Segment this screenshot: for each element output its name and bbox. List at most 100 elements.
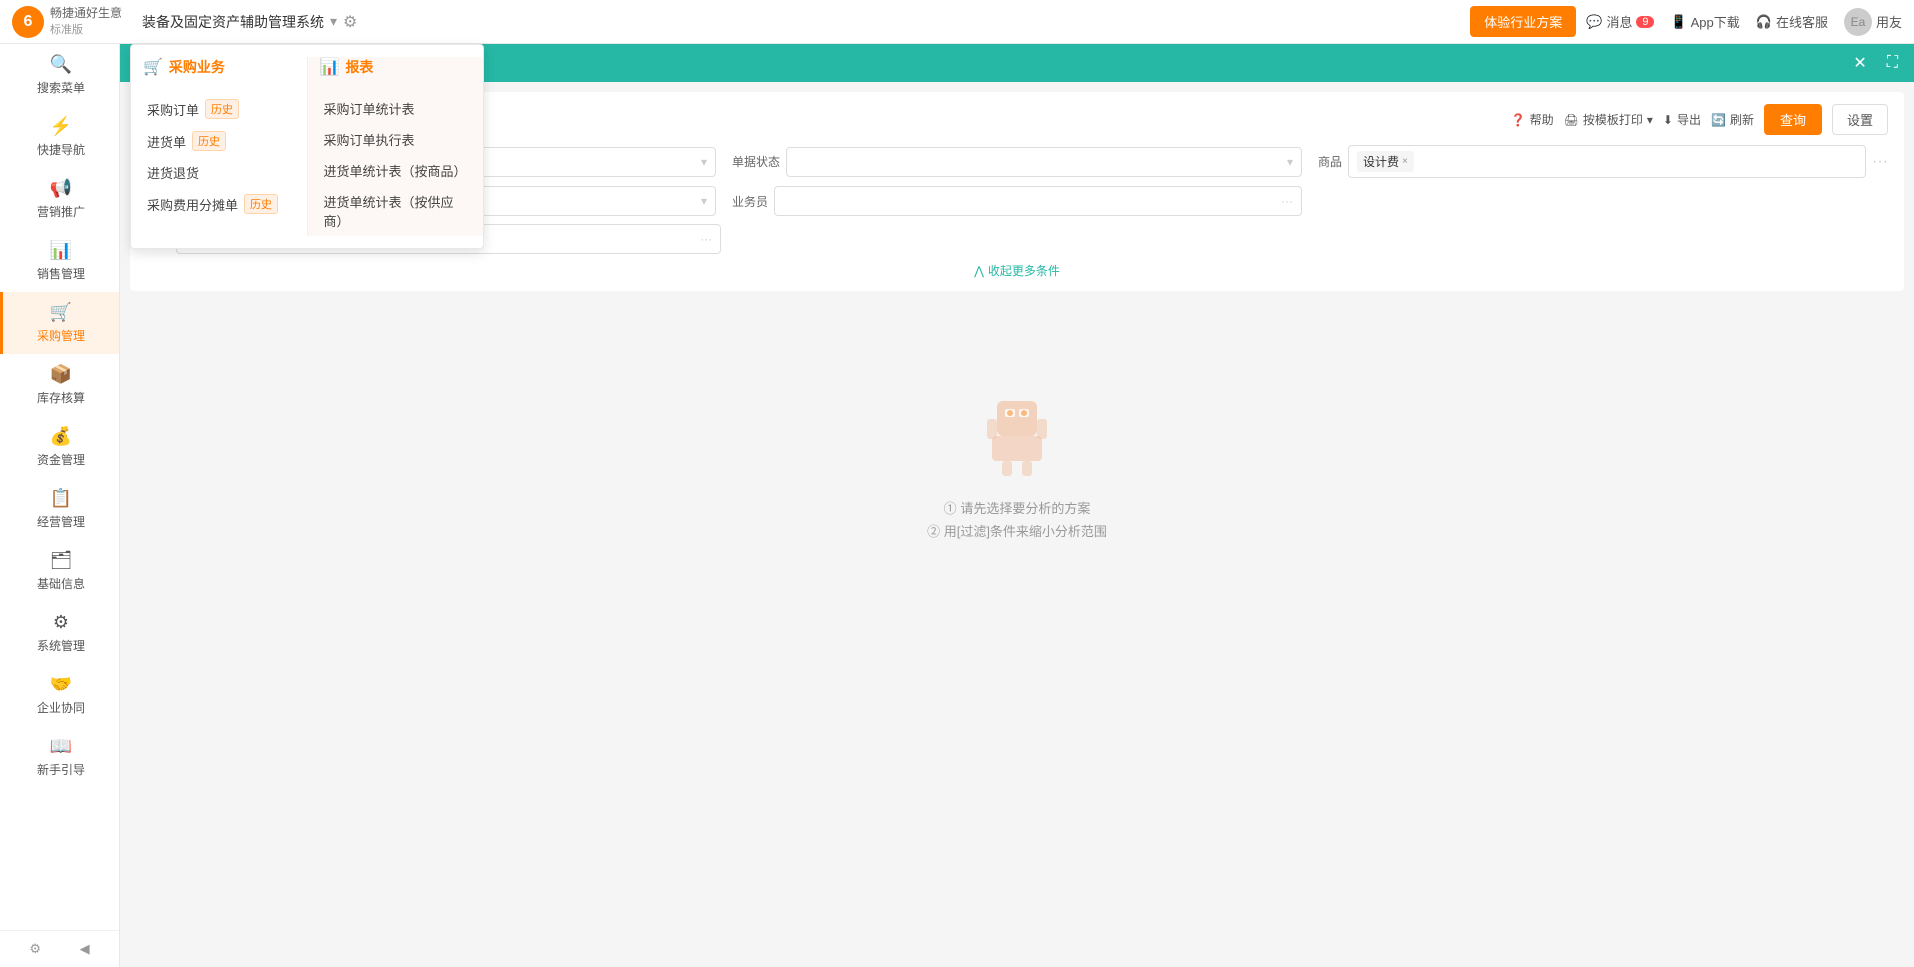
- menu-item-report-by-product[interactable]: 进货单统计表（按商品）: [320, 155, 472, 186]
- sidebar-item-basic-info[interactable]: 🗂 基础信息: [0, 540, 119, 602]
- purchase-section-icon: 🛒: [143, 57, 163, 77]
- system-title: 装备及固定资产辅助管理系统 ▾ ⚙: [142, 12, 1460, 32]
- logo-icon: 6: [12, 6, 44, 38]
- menu-item-report-by-supplier[interactable]: 进货单统计表（按供应商）: [320, 186, 472, 236]
- report-by-product-label: 进货单统计表（按商品）: [324, 161, 467, 180]
- user-label: 用友: [1876, 12, 1902, 31]
- message-label: 消息: [1606, 12, 1632, 31]
- sidebar-item-finance[interactable]: 💰 资金管理: [0, 416, 119, 478]
- app-download-label: App下载: [1691, 12, 1740, 31]
- menu-item-report-order-stat[interactable]: 采购订单统计表: [320, 93, 472, 124]
- empty-text: ① 请先选择要分析的方案 ② 用[过滤]条件来缩小分析范围: [927, 497, 1107, 544]
- online-service-btn[interactable]: 🎧 在线客服: [1756, 12, 1828, 31]
- sidebar-item-label: 经营管理: [37, 513, 85, 530]
- menu-item-purchase-order[interactable]: 采购订单 历史: [143, 93, 295, 125]
- tag-close-icon[interactable]: ×: [1402, 156, 1408, 167]
- collapse-btn[interactable]: ⋀ 收起更多条件: [146, 262, 1888, 279]
- purchase-order-label: 采购订单: [147, 100, 199, 119]
- filter-item-status: 单据状态 ▾: [732, 147, 1302, 177]
- filter-input-status[interactable]: ▾: [786, 147, 1302, 177]
- filter-dots-customer[interactable]: ···: [700, 232, 712, 246]
- sidebar-item-inventory[interactable]: 📦 库存核算: [0, 354, 119, 416]
- system-title-text: 装备及固定资产辅助管理系统: [142, 12, 324, 32]
- sidebar-item-label: 企业协同: [37, 699, 85, 716]
- empty-hint2: ② 用[过滤]条件来缩小分析范围: [927, 520, 1107, 543]
- purchase-icon: 🛒: [50, 302, 72, 323]
- empty-hint1: ① 请先选择要分析的方案: [927, 497, 1107, 520]
- print-btn[interactable]: 🖨 按模板打印 ▾: [1564, 104, 1653, 135]
- expense-label: 采购费用分摊单: [147, 195, 238, 214]
- empty-illustration: [967, 381, 1067, 481]
- sidebar-item-label: 销售管理: [37, 265, 85, 282]
- history-badge-1[interactable]: 历史: [192, 131, 226, 151]
- logo-area: 6 畅捷通好生意 标准版: [12, 6, 132, 38]
- menu-section-report-title: 📊 报表: [320, 57, 472, 83]
- system-icon: ⚙: [53, 612, 69, 633]
- export-btn[interactable]: ⬇ 导出: [1663, 104, 1701, 135]
- top-header: 6 畅捷通好生意 标准版 装备及固定资产辅助管理系统 ▾ ⚙ 体验行业方案 💬 …: [0, 0, 1914, 44]
- chevron-down-icon-time: ▾: [701, 155, 707, 169]
- filter-item-salesperson: 业务员 ···: [732, 186, 1302, 216]
- filter-input-salesperson[interactable]: ···: [774, 186, 1302, 216]
- message-btn[interactable]: 💬 消息 9: [1586, 12, 1654, 31]
- menu-item-report-order-exec[interactable]: 采购订单执行表: [320, 124, 472, 155]
- message-icon: 💬: [1586, 14, 1602, 30]
- menu-item-receive[interactable]: 进货单 历史: [143, 125, 295, 157]
- header-right: 💬 消息 9 📱 App下载 🎧 在线客服 Ea 用友: [1586, 8, 1902, 36]
- report-order-stat-label: 采购订单统计表: [324, 99, 415, 118]
- query-btn[interactable]: 查询: [1764, 104, 1822, 135]
- refresh-btn[interactable]: 🔄 刷新: [1711, 104, 1754, 135]
- industry-btn[interactable]: 体验行业方案: [1470, 6, 1576, 37]
- sidebar-item-cooperation[interactable]: 🤝 企业协同: [0, 664, 119, 726]
- content-area: 首页 销售排行榜 ✕ ✕ ⛶ 🛒 采购业务: [120, 44, 1914, 967]
- sidebar-collapse-icon[interactable]: ◀: [80, 941, 90, 957]
- history-badge-0[interactable]: 历史: [205, 99, 239, 119]
- guide-icon: 📖: [50, 736, 72, 757]
- app-download-btn[interactable]: 📱 App下载: [1670, 12, 1739, 31]
- settings-icon[interactable]: ⚙: [343, 12, 357, 32]
- export-icon: ⬇: [1663, 113, 1673, 127]
- help-btn[interactable]: ❓ 帮助: [1511, 104, 1554, 135]
- filter-label-status: 单据状态: [732, 153, 780, 170]
- sidebar-item-purchase[interactable]: 🛒 采购管理: [0, 292, 119, 354]
- sidebar-item-label: 资金管理: [37, 451, 85, 468]
- refresh-icon: 🔄: [1711, 113, 1726, 127]
- tab-bar-actions: ✕ ⛶: [1847, 51, 1904, 75]
- menu-panel: 🛒 采购业务 采购订单 历史 进货单 历史 进货退货: [130, 44, 484, 249]
- tab-close-btn[interactable]: ✕: [1847, 51, 1872, 75]
- filter-dots-product[interactable]: ···: [1872, 153, 1888, 171]
- tab-expand-btn[interactable]: ⛶: [1881, 51, 1904, 75]
- filter-input-product[interactable]: 设计费 ×: [1348, 145, 1866, 178]
- chevron-down-icon-rank: ▾: [701, 194, 707, 208]
- chevron-up-icon: ⋀: [974, 264, 984, 278]
- logo-name: 畅捷通好生意: [50, 6, 122, 22]
- sidebar-item-label: 系统管理: [37, 637, 85, 654]
- filter-label-product: 商品: [1318, 153, 1342, 170]
- logo-badge: 标准版: [50, 21, 122, 37]
- settings-filter-btn[interactable]: 设置: [1832, 104, 1888, 135]
- sidebar-item-label: 采购管理: [37, 327, 85, 344]
- user-area[interactable]: Ea 用友: [1844, 8, 1902, 36]
- finance-icon: 💰: [50, 426, 72, 447]
- basic-info-icon: 🗂: [50, 550, 73, 571]
- cooperation-icon: 🤝: [50, 674, 72, 695]
- history-badge-3[interactable]: 历史: [244, 194, 278, 214]
- menu-section-purchase-title: 🛒 采购业务: [143, 57, 295, 83]
- chevron-down-icon-salesperson: ···: [1281, 194, 1293, 208]
- filter-item-product: 商品 设计费 × ···: [1318, 145, 1888, 178]
- main-layout: 🔍 搜索菜单 ⚡ 快捷导航 📢 营销推广 📊 销售管理 🛒 采购管理 📦 库存核…: [0, 44, 1914, 967]
- sidebar-settings-icon[interactable]: ⚙: [29, 941, 41, 957]
- report-order-exec-label: 采购订单执行表: [324, 130, 415, 149]
- sidebar-item-label: 基础信息: [37, 575, 85, 592]
- sidebar-item-operations[interactable]: 📋 经营管理: [0, 478, 119, 540]
- phone-icon: 📱: [1670, 14, 1686, 30]
- title-dropdown-icon[interactable]: ▾: [330, 13, 337, 30]
- sidebar-bottom: ⚙ ◀: [0, 930, 119, 967]
- filter-label-salesperson: 业务员: [732, 193, 768, 210]
- sidebar-item-guide[interactable]: 📖 新手引导: [0, 726, 119, 788]
- online-service-label: 在线客服: [1776, 12, 1828, 31]
- menu-item-expense[interactable]: 采购费用分摊单 历史: [143, 188, 295, 220]
- operations-icon: 📋: [50, 488, 72, 509]
- sidebar-item-system[interactable]: ⚙ 系统管理: [0, 602, 119, 664]
- menu-item-return[interactable]: 进货退货: [143, 157, 295, 188]
